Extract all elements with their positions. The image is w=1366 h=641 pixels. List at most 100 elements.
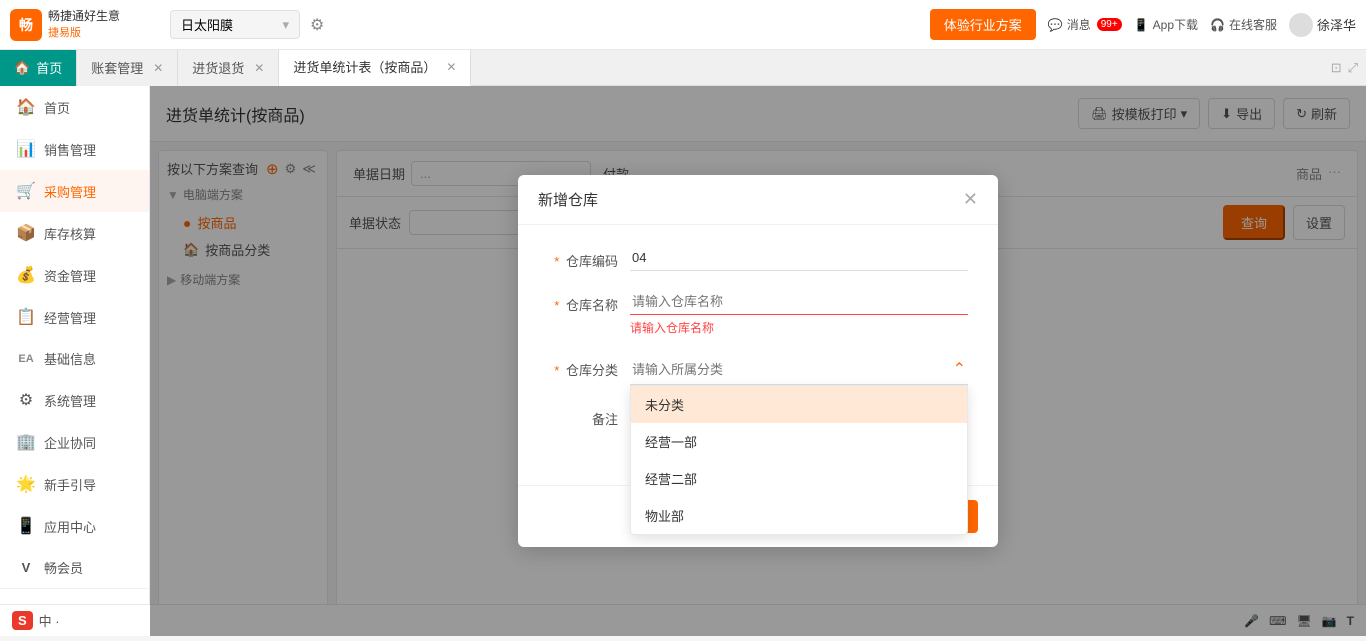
message-badge: 99+ <box>1097 18 1122 31</box>
code-field <box>630 245 968 271</box>
top-bar: 畅 畅捷通好生意 捷易版 日太阳膜 ▾ ⚙ 体验行业方案 💬 消息 99+ 📱 … <box>0 0 1366 50</box>
sidebar-sales-label: 销售管理 <box>44 140 96 159</box>
sidebar-item-vip[interactable]: V 畅会员 <box>0 547 149 588</box>
sidebar-item-inventory[interactable]: 📦 库存核算 <box>0 212 149 254</box>
category-row: * 仓库分类 ⌃ 未分类 <box>548 354 968 385</box>
status-text: 中 · <box>39 611 60 630</box>
vip-sidebar-icon: V <box>16 560 36 575</box>
tab-accounts-close[interactable]: ✕ <box>153 61 163 75</box>
dropdown-option-dept1[interactable]: 经营一部 <box>631 423 967 460</box>
category-field: ⌃ 未分类 经营一部 <box>630 354 968 385</box>
tab-purchase-return-close[interactable]: ✕ <box>254 61 264 75</box>
finance-sidebar-icon: 💰 <box>16 265 36 285</box>
dropdown-arrow-icon[interactable]: ⌃ <box>953 359 966 379</box>
service-btn[interactable]: 🎧 在线客服 <box>1210 16 1277 33</box>
message-btn[interactable]: 💬 消息 99+ <box>1048 16 1122 33</box>
tab-fullscreen-icon[interactable]: ⤢ <box>1348 60 1358 76</box>
tab-accounts-label: 账套管理 <box>91 58 143 77</box>
modal-title: 新增仓库 <box>538 189 598 210</box>
sidebar-item-enterprise[interactable]: 🏢 企业协同 <box>0 421 149 463</box>
tab-purchase-stats-label: 进货单统计表（按商品） <box>293 57 436 76</box>
store-name: 日太阳膜 <box>181 15 233 34</box>
app-label: App下载 <box>1153 16 1198 33</box>
guide-sidebar-icon: 🌟 <box>16 474 36 494</box>
sidebar: 🏠 首页 📊 销售管理 🛒 采购管理 📦 库存核算 💰 资金管理 📋 经营管理 … <box>0 86 150 636</box>
tab-purchase-return[interactable]: 进货退货 ✕ <box>178 50 279 86</box>
store-selector[interactable]: 日太阳膜 ▾ <box>170 10 300 39</box>
sidebar-item-operations[interactable]: 📋 经营管理 <box>0 296 149 338</box>
name-label: * 仓库名称 <box>548 289 618 314</box>
settings-icon[interactable]: ⚙ <box>310 15 324 35</box>
logo-area: 畅 畅捷通好生意 捷易版 <box>10 9 160 41</box>
username: 徐泽华 <box>1317 15 1356 34</box>
category-dropdown: ⌃ 未分类 经营一部 <box>630 354 968 385</box>
name-error: 请输入仓库名称 <box>630 319 968 336</box>
sidebar-item-finance[interactable]: 💰 资金管理 <box>0 254 149 296</box>
sidebar-item-sales[interactable]: 📊 销售管理 <box>0 128 149 170</box>
user-avatar <box>1289 13 1313 37</box>
dropdown-input-row: ⌃ <box>630 354 968 385</box>
dropdown-option-dept2[interactable]: 经营二部 <box>631 460 967 497</box>
inventory-sidebar-icon: 📦 <box>16 223 36 243</box>
apps-sidebar-icon: 📱 <box>16 516 36 536</box>
sidebar-apps-label: 应用中心 <box>44 517 96 536</box>
system-sidebar-icon: ⚙ <box>16 390 36 410</box>
sidebar-basic-label: 基础信息 <box>44 349 96 368</box>
headset-icon: 🎧 <box>1210 18 1225 32</box>
message-icon: 💬 <box>1048 18 1063 32</box>
sidebar-item-home[interactable]: 🏠 首页 <box>0 86 149 128</box>
tab-home[interactable]: 🏠 首页 <box>0 50 77 86</box>
tab-restore-icon[interactable]: ⊡ <box>1331 60 1342 76</box>
sidebar-inventory-label: 库存核算 <box>44 224 96 243</box>
name-input[interactable] <box>630 289 968 315</box>
modal-body: * 仓库编码 * 仓库名称 <box>518 225 998 485</box>
home-icon: 🏠 <box>14 60 30 76</box>
store-dropdown-icon: ▾ <box>282 17 289 33</box>
modal-overlay: 新增仓库 ✕ * 仓库编码 <box>150 86 1366 636</box>
sidebar-home-label: 首页 <box>44 98 70 117</box>
logo-icon: 畅 <box>10 9 42 41</box>
code-label: * 仓库编码 <box>548 245 618 270</box>
status-left: S 中 · <box>12 611 60 630</box>
tab-controls: ⊡ ⤢ <box>1323 60 1366 76</box>
tab-purchase-return-label: 进货退货 <box>192 58 244 77</box>
app-sub: 捷易版 <box>48 24 120 40</box>
modal-close-btn[interactable]: ✕ <box>963 189 978 210</box>
top-actions: 体验行业方案 💬 消息 99+ 📱 App下载 🎧 在线客服 徐泽华 <box>930 9 1356 40</box>
user-area[interactable]: 徐泽华 <box>1289 13 1356 37</box>
sidebar-vip-label: 畅会员 <box>44 558 83 577</box>
service-label: 在线客服 <box>1229 16 1277 33</box>
sidebar-item-apps[interactable]: 📱 应用中心 <box>0 505 149 547</box>
code-row: * 仓库编码 <box>548 245 968 271</box>
tab-purchase-stats-close[interactable]: ✕ <box>446 60 456 74</box>
category-input[interactable] <box>632 362 953 377</box>
sidebar-item-system[interactable]: ⚙ 系统管理 <box>0 379 149 421</box>
sidebar-item-basic[interactable]: EA 基础信息 <box>0 338 149 379</box>
enterprise-sidebar-icon: 🏢 <box>16 432 36 452</box>
tab-purchase-stats[interactable]: 进货单统计表（按商品） ✕ <box>279 50 471 86</box>
main-layout: 🏠 首页 📊 销售管理 🛒 采购管理 📦 库存核算 💰 资金管理 📋 经营管理 … <box>0 86 1366 636</box>
sidebar-item-purchase[interactable]: 🛒 采购管理 <box>0 170 149 212</box>
basic-sidebar-icon: EA <box>16 353 36 365</box>
sidebar-enterprise-label: 企业协同 <box>44 433 96 452</box>
dropdown-option-dept3[interactable]: 物业部 <box>631 497 967 534</box>
tab-accounts[interactable]: 账套管理 ✕ <box>77 50 178 86</box>
app-download-btn[interactable]: 📱 App下载 <box>1134 16 1198 33</box>
sales-sidebar-icon: 📊 <box>16 139 36 159</box>
category-label: * 仓库分类 <box>548 354 618 379</box>
code-input[interactable] <box>630 245 968 271</box>
sidebar-finance-label: 资金管理 <box>44 266 96 285</box>
dropdown-option-uncategorized[interactable]: 未分类 <box>631 386 967 423</box>
home-sidebar-icon: 🏠 <box>16 97 36 117</box>
trial-button[interactable]: 体验行业方案 <box>930 9 1036 40</box>
sidebar-item-guide[interactable]: 🌟 新手引导 <box>0 463 149 505</box>
tab-bar: 🏠 首页 账套管理 ✕ 进货退货 ✕ 进货单统计表（按商品） ✕ ⊡ ⤢ <box>0 50 1366 86</box>
sidebar-purchase-label: 采购管理 <box>44 182 96 201</box>
sidebar-system-label: 系统管理 <box>44 391 96 410</box>
remark-label: 备注 <box>548 403 618 428</box>
s-logo: S <box>12 611 33 630</box>
tab-home-label: 首页 <box>36 58 62 77</box>
purchase-sidebar-icon: 🛒 <box>16 181 36 201</box>
modal-new-warehouse: 新增仓库 ✕ * 仓库编码 <box>518 175 998 547</box>
name-field: 请输入仓库名称 <box>630 289 968 336</box>
